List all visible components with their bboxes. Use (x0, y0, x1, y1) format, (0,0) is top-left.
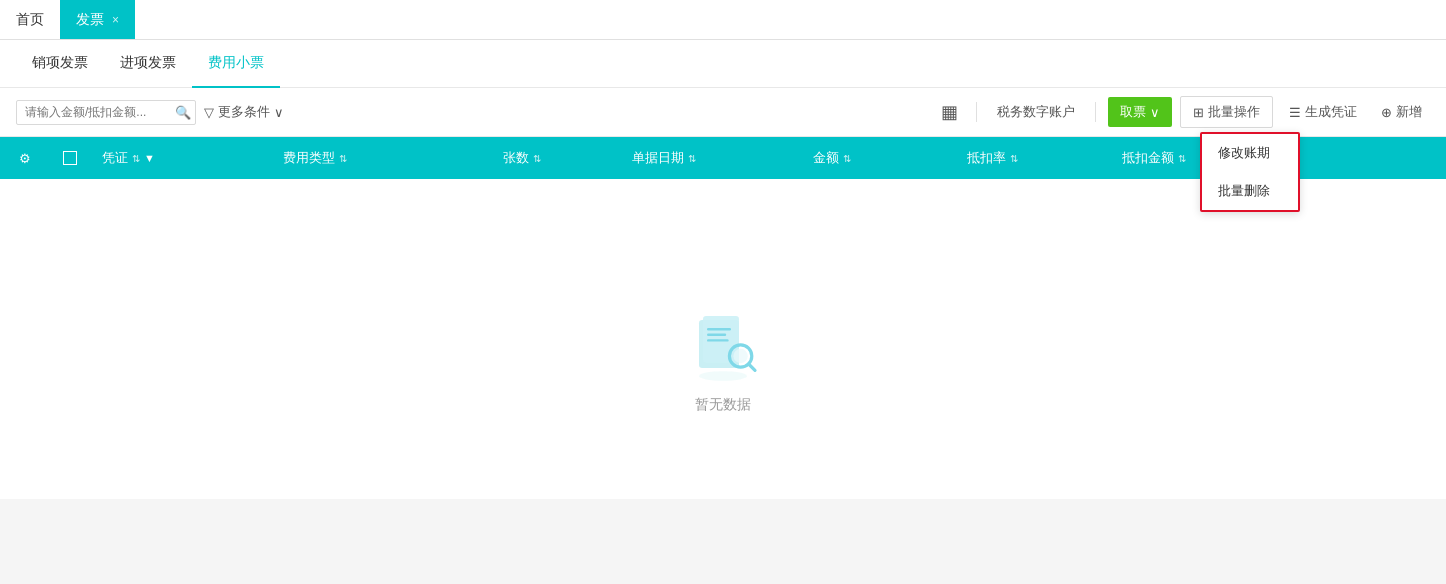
search-input-wrap[interactable]: 🔍 (16, 100, 196, 125)
th-check[interactable] (50, 151, 90, 165)
add-label: 新增 (1396, 103, 1422, 121)
svg-point-0 (699, 371, 747, 381)
th-amount[interactable]: 金额 ⇅ (801, 149, 956, 167)
qr-btn[interactable]: ▦ (934, 97, 964, 127)
th-expense-type-sort-icon: ⇅ (339, 153, 347, 164)
search-input[interactable] (25, 105, 175, 119)
th-voucher[interactable]: 凭证 ⇅ ▼ (90, 149, 271, 167)
active-tab[interactable]: 发票 × (60, 0, 135, 39)
batch-dropdown-menu: 修改账期 批量删除 (1200, 132, 1300, 212)
th-deduction-amount-sort-icon: ⇅ (1178, 153, 1186, 164)
filter-chevron: ∨ (274, 105, 284, 120)
filter-label: 更多条件 (218, 103, 270, 121)
sub-nav-purchase[interactable]: 进项发票 (104, 40, 192, 88)
settings-icon: ⚙ (19, 151, 31, 166)
search-icon: 🔍 (175, 105, 191, 120)
toolbar-left: 🔍 ▽ 更多条件 ∨ (16, 100, 284, 125)
divider-1 (976, 102, 977, 122)
filter-icon: ▽ (204, 105, 214, 120)
th-count-sort-icon: ⇅ (533, 153, 541, 164)
close-icon[interactable]: × (112, 13, 119, 27)
gen-voucher-btn[interactable]: ☰ 生成凭证 (1281, 103, 1365, 121)
th-deduction-rate-sort-icon: ⇅ (1010, 153, 1018, 164)
gen-voucher-label: 生成凭证 (1305, 103, 1357, 121)
dropdown-modify-period[interactable]: 修改账期 (1202, 134, 1298, 172)
batch-label: 批量操作 (1208, 103, 1260, 121)
th-settings[interactable]: ⚙ (0, 151, 50, 166)
svg-line-8 (749, 364, 755, 370)
th-voucher-sort-icon: ⇅ (132, 153, 140, 164)
tax-account-btn[interactable]: 税务数字账户 (989, 103, 1083, 121)
empty-text: 暂无数据 (695, 396, 751, 414)
th-date[interactable]: 单据日期 ⇅ (620, 149, 801, 167)
top-nav: 首页 发票 × (0, 0, 1446, 40)
take-btn-label: 取票 (1120, 103, 1146, 121)
th-voucher-label: 凭证 (102, 149, 128, 167)
batch-btn[interactable]: ⊞ 批量操作 (1180, 96, 1273, 128)
th-date-label: 单据日期 (632, 149, 684, 167)
th-amount-sort-icon: ⇅ (843, 153, 851, 164)
th-count[interactable]: 张数 ⇅ (491, 149, 620, 167)
add-btn[interactable]: ⊕ 新增 (1373, 103, 1430, 121)
svg-rect-5 (707, 339, 729, 341)
sub-nav-sales[interactable]: 销项发票 (16, 40, 104, 88)
svg-rect-4 (707, 334, 726, 336)
gen-voucher-icon: ☰ (1289, 105, 1301, 120)
toolbar: 🔍 ▽ 更多条件 ∨ ▦ 税务数字账户 取票 ∨ ⊞ 批量操作 ☰ 生成凭证 ⊕… (0, 88, 1446, 137)
empty-state-icon (683, 304, 763, 384)
batch-icon: ⊞ (1193, 105, 1204, 120)
th-expense-type[interactable]: 费用类型 ⇅ (271, 149, 491, 167)
take-btn-chevron: ∨ (1150, 105, 1160, 120)
empty-state: 暂无数据 (683, 304, 763, 414)
table-body: 暂无数据 (0, 179, 1446, 499)
th-amount-label: 金额 (813, 149, 839, 167)
th-count-label: 张数 (503, 149, 529, 167)
sub-nav: 销项发票 进项发票 费用小票 (0, 40, 1446, 88)
th-deduction-rate[interactable]: 抵扣率 ⇅ (955, 149, 1110, 167)
th-expense-type-label: 费用类型 (283, 149, 335, 167)
dropdown-batch-delete[interactable]: 批量删除 (1202, 172, 1298, 210)
sub-nav-expense[interactable]: 费用小票 (192, 40, 280, 88)
active-tab-label: 发票 (76, 11, 104, 29)
divider-2 (1095, 102, 1096, 122)
take-btn[interactable]: 取票 ∨ (1108, 97, 1172, 127)
toolbar-right: ▦ 税务数字账户 取票 ∨ ⊞ 批量操作 ☰ 生成凭证 ⊕ 新增 修改账期 批量… (934, 96, 1430, 128)
svg-rect-3 (707, 328, 731, 330)
header-checkbox[interactable] (63, 151, 77, 165)
filter-btn[interactable]: ▽ 更多条件 ∨ (204, 103, 284, 121)
th-date-sort-icon: ⇅ (688, 153, 696, 164)
th-deduction-amount-label: 抵扣金额 (1122, 149, 1174, 167)
add-icon: ⊕ (1381, 105, 1392, 120)
th-voucher-filter-icon: ▼ (144, 152, 155, 164)
home-link[interactable]: 首页 (0, 0, 60, 39)
th-deduction-rate-label: 抵扣率 (967, 149, 1006, 167)
svg-point-7 (733, 349, 747, 363)
